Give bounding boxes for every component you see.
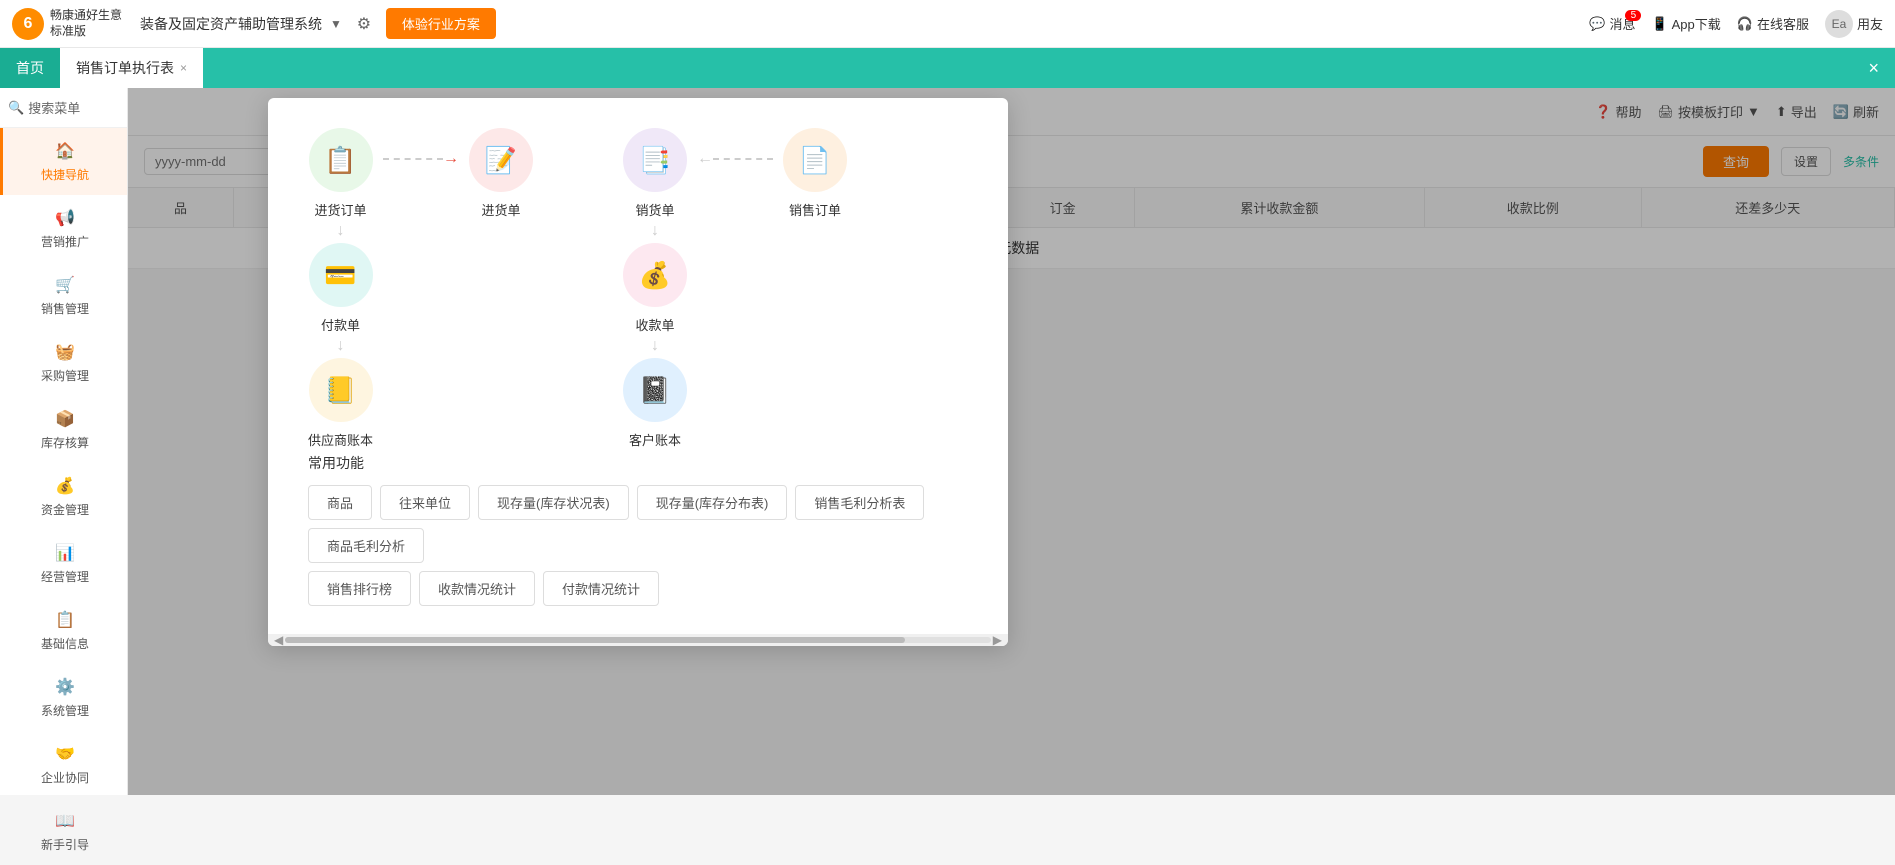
- app-title-area: 装备及固定资产辅助管理系统 ▼ ⚙ 体验行业方案: [140, 8, 1589, 39]
- sidebar-item-operation[interactable]: 📊 经营管理: [0, 530, 127, 597]
- func-btn-goods[interactable]: 商品: [308, 485, 372, 520]
- system-icon: ⚙️: [54, 676, 76, 698]
- sidebar-item-inventory[interactable]: 📦 库存核算: [0, 396, 127, 463]
- receipt-bill-icon: 💰: [623, 243, 687, 307]
- purchase-bill-icon: 📝: [469, 128, 533, 192]
- sidebar-item-purchase[interactable]: 🧺 采购管理: [0, 329, 127, 396]
- tab-sales-order[interactable]: 销售订单执行表 ×: [60, 48, 203, 88]
- sidebar-item-sales[interactable]: 🛒 销售管理: [0, 262, 127, 329]
- trial-btn[interactable]: 体验行业方案: [386, 8, 496, 39]
- sidebar-item-basic[interactable]: 📋 基础信息: [0, 597, 127, 664]
- finance-icon: 💰: [54, 475, 76, 497]
- title-dropdown-btn[interactable]: ▼: [330, 17, 342, 31]
- sidebar-item-quick-nav[interactable]: 🏠 快捷导航: [0, 128, 127, 195]
- sales-order-icon: 📄: [783, 128, 847, 192]
- logo-area: 6 畅康通好生意 标准版: [12, 8, 140, 40]
- flow-node-supplier-ledger[interactable]: 📒 供应商账本: [308, 358, 373, 449]
- basic-icon: 📋: [54, 609, 76, 631]
- app-download-btn[interactable]: 📱 App下载: [1651, 14, 1720, 33]
- tab-home[interactable]: 首页: [0, 48, 60, 88]
- arrow-down-4: ↓: [651, 334, 659, 358]
- sales-icon: 🛒: [54, 274, 76, 296]
- scroll-track: [285, 637, 991, 643]
- top-header: 6 畅康通好生意 标准版 装备及固定资产辅助管理系统 ▼ ⚙ 体验行业方案 💬 …: [0, 0, 1895, 48]
- sidebar: 🔍 搜索菜单 🏠 快捷导航 📢 营销推广 🛒 销售管理 🧺 采购管理 📦 库存核…: [0, 88, 128, 795]
- scroll-right-arrow[interactable]: ▶: [991, 633, 1004, 646]
- flow-node-purchase-bill[interactable]: 📝 进货单: [469, 128, 533, 219]
- enterprise-icon: 🤝: [54, 743, 76, 765]
- sidebar-search-btn[interactable]: 🔍 搜索菜单: [0, 88, 127, 128]
- user-menu-btn[interactable]: Ea 用友: [1825, 10, 1883, 38]
- tab-bar-close[interactable]: ×: [1868, 58, 1895, 79]
- sidebar-item-enterprise[interactable]: 🤝 企业协同: [0, 731, 127, 798]
- payment-bill-icon: 💳: [309, 243, 373, 307]
- phone-icon: 📱: [1651, 16, 1667, 32]
- modal-content: 📋 进货订单 ↓ 💳 付款单: [268, 98, 1008, 634]
- tab-bar: 首页 销售订单执行表 × ×: [0, 48, 1895, 88]
- purchase-icon: 🧺: [54, 341, 76, 363]
- home-icon: 🏠: [54, 140, 76, 162]
- avatar: Ea: [1825, 10, 1853, 38]
- scroll-left-arrow[interactable]: ◀: [272, 633, 285, 646]
- func-btn-partner[interactable]: 往来单位: [380, 485, 470, 520]
- flow-node-customer-ledger[interactable]: 📓 客户账本: [623, 358, 687, 449]
- content-area: ❓ 帮助 🖨 按模板打印 ▼ ⬆ 导出 🔄 刷新 📅 单据状态: [128, 88, 1895, 795]
- sidebar-item-newbie[interactable]: 📖 新手引导: [0, 798, 127, 865]
- func-btn-stock-dist[interactable]: 现存量(库存分布表): [637, 485, 788, 520]
- app-logo: 6: [12, 8, 44, 40]
- online-service-btn[interactable]: 🎧 在线客服: [1737, 14, 1809, 33]
- modal-scroll-bar[interactable]: ◀ ▶: [268, 634, 1008, 646]
- arrow-down-2: ↓: [651, 219, 659, 243]
- marketing-icon: 📢: [54, 207, 76, 229]
- flow-node-purchase-order[interactable]: 📋 进货订单: [309, 128, 373, 219]
- modal-overlay: 📋 进货订单 ↓ 💳 付款单: [128, 88, 1895, 795]
- flow-node-payment-bill[interactable]: 💳 付款单: [309, 243, 373, 334]
- service-icon: 🎧: [1737, 16, 1753, 32]
- customer-ledger-icon: 📓: [623, 358, 687, 422]
- func-btn-payment-stats[interactable]: 付款情况统计: [543, 571, 659, 606]
- settings-icon-btn[interactable]: ⚙: [350, 10, 378, 38]
- common-functions-title: 常用功能: [308, 453, 968, 473]
- header-right: 💬 消息 5 📱 App下载 🎧 在线客服 Ea 用友: [1589, 10, 1883, 38]
- newbie-icon: 📖: [54, 810, 76, 832]
- purchase-order-icon: 📋: [309, 128, 373, 192]
- tab-close-btn[interactable]: ×: [180, 61, 187, 75]
- message-icon: 💬: [1589, 16, 1605, 32]
- sidebar-item-system[interactable]: ⚙️ 系统管理: [0, 664, 127, 731]
- func-btn-sales-gross[interactable]: 销售毛利分析表: [795, 485, 924, 520]
- arrow-down-1: ↓: [337, 219, 345, 243]
- func-btn-stock-status[interactable]: 现存量(库存状况表): [478, 485, 629, 520]
- flow-node-sales-bill[interactable]: 📑 销货单: [623, 128, 687, 219]
- arrow-down-3: ↓: [337, 334, 345, 358]
- sales-bill-icon: 📑: [623, 128, 687, 192]
- func-btn-goods-gross[interactable]: 商品毛利分析: [308, 528, 424, 563]
- message-btn[interactable]: 💬 消息 5: [1589, 14, 1635, 33]
- func-btn-sales-rank[interactable]: 销售排行榜: [308, 571, 411, 606]
- message-badge: 5: [1625, 10, 1641, 21]
- app-title: 装备及固定资产辅助管理系统: [140, 14, 322, 34]
- flow-node-sales-order[interactable]: 📄 销售订单: [783, 128, 847, 219]
- scroll-thumb: [285, 637, 905, 643]
- flow-node-receipt-bill[interactable]: 💰 收款单: [623, 243, 687, 334]
- func-btn-receipt-stats[interactable]: 收款情况统计: [419, 571, 535, 606]
- supplier-ledger-icon: 📒: [309, 358, 373, 422]
- func-buttons-row1: 商品 往来单位 现存量(库存状况表) 现存量(库存分布表) 销售毛利分析表 商品…: [308, 485, 968, 563]
- search-icon: 🔍: [8, 100, 24, 116]
- operation-icon: 📊: [54, 542, 76, 564]
- inventory-icon: 📦: [54, 408, 76, 430]
- logo-text: 畅康通好生意 标准版: [50, 8, 122, 39]
- common-functions: 常用功能 商品 往来单位 现存量(库存状况表) 现存量(库存分布表) 销售毛利分…: [308, 453, 968, 606]
- func-buttons-row2: 销售排行榜 收款情况统计 付款情况统计: [308, 571, 968, 606]
- sidebar-item-marketing[interactable]: 📢 营销推广: [0, 195, 127, 262]
- main-layout: 🔍 搜索菜单 🏠 快捷导航 📢 营销推广 🛒 销售管理 🧺 采购管理 📦 库存核…: [0, 88, 1895, 795]
- modal-box: 📋 进货订单 ↓ 💳 付款单: [268, 98, 1008, 646]
- sidebar-item-finance[interactable]: 💰 资金管理: [0, 463, 127, 530]
